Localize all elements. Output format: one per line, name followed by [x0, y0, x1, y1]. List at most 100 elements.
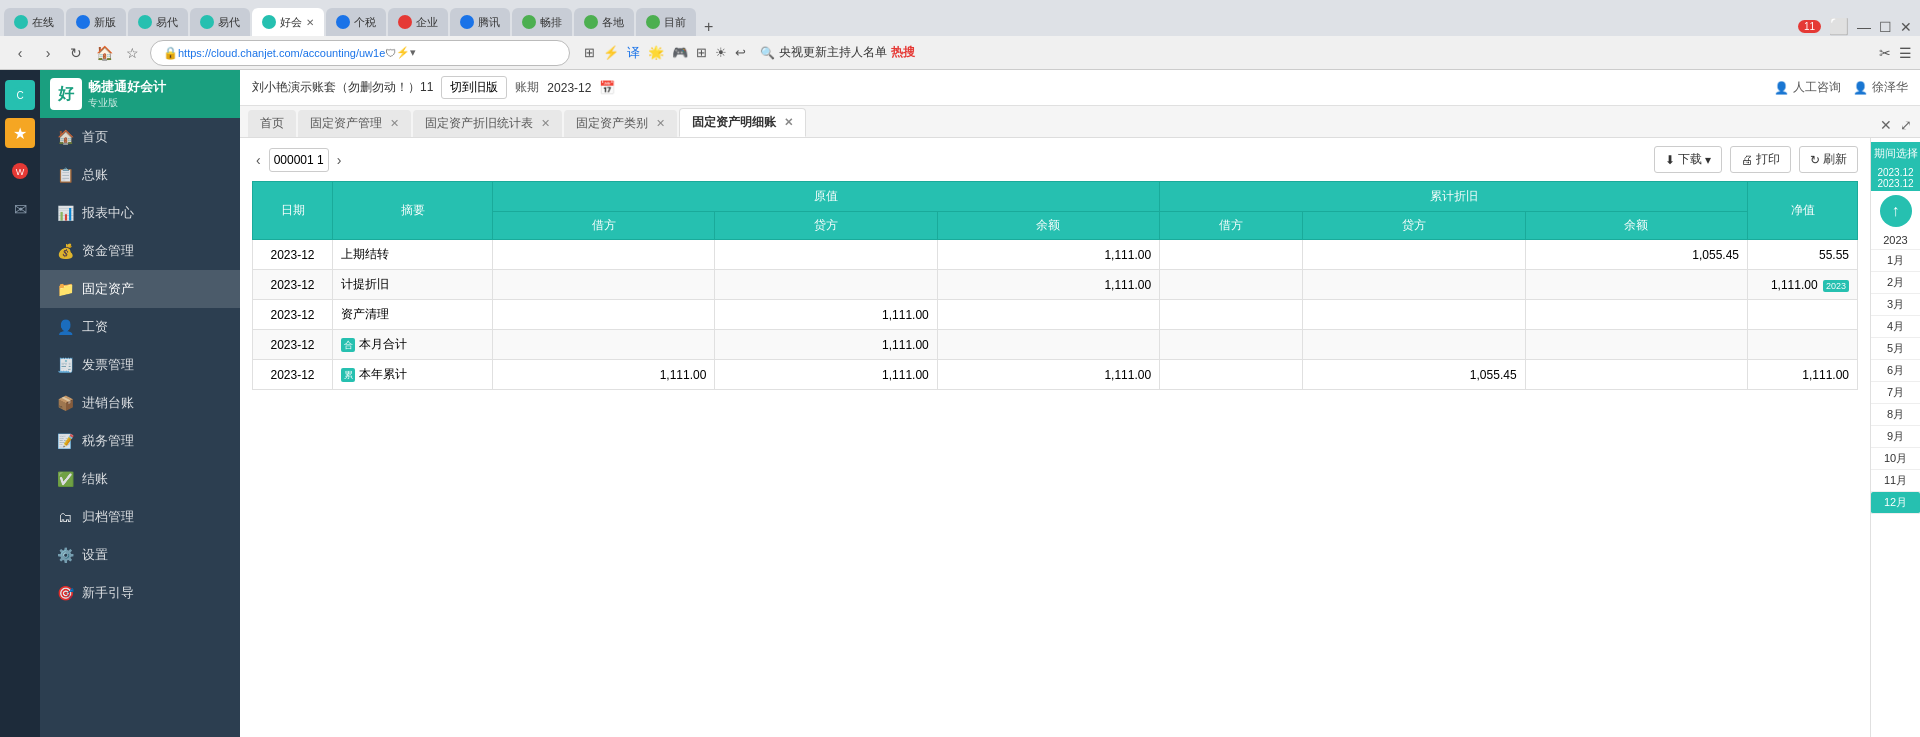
- tab-close-3[interactable]: ✕: [656, 117, 665, 130]
- refresh-button[interactable]: ↻ 刷新: [1799, 146, 1858, 173]
- period-month-8[interactable]: 8月: [1871, 404, 1920, 426]
- badge-count: 11: [1798, 20, 1821, 33]
- sidebar-logo: 好: [50, 78, 82, 110]
- period-month-12[interactable]: 12月: [1871, 492, 1920, 514]
- back-button[interactable]: ‹: [8, 41, 32, 65]
- print-button[interactable]: 🖨 打印: [1730, 146, 1791, 173]
- tab-close-1[interactable]: ✕: [390, 117, 399, 130]
- browser-tab-7[interactable]: 腾讯: [450, 8, 510, 36]
- calendar-icon[interactable]: 📅: [599, 80, 615, 95]
- download-button[interactable]: ⬇ 下载 ▾: [1654, 146, 1722, 173]
- period-month-6[interactable]: 6月: [1871, 360, 1920, 382]
- left-icon-star[interactable]: ★: [5, 118, 35, 148]
- svg-text:C: C: [16, 90, 23, 101]
- download-dropdown-icon[interactable]: ▾: [1705, 153, 1711, 167]
- tab-fixed-asset-detail[interactable]: 固定资产明细账 ✕: [679, 108, 806, 137]
- sidebar-item-fixed-assets[interactable]: 📁 固定资产: [40, 270, 240, 308]
- tab-close-2[interactable]: ✕: [541, 117, 550, 130]
- scroll-up-button[interactable]: ↑: [1880, 195, 1912, 227]
- archive-icon: 🗂: [56, 508, 74, 526]
- sidebar-item-guide[interactable]: 🎯 新手引导: [40, 574, 240, 612]
- sidebar-item-funds[interactable]: 💰 资金管理: [40, 232, 240, 270]
- page-navigation: ‹ ›: [252, 148, 345, 172]
- period-month-7[interactable]: 7月: [1871, 382, 1920, 404]
- left-icon-weibo[interactable]: W: [5, 156, 35, 186]
- cell-orig-credit: 1,111.00: [715, 300, 937, 330]
- cell-orig-debit: [493, 240, 715, 270]
- browser-tab-5[interactable]: 个税: [326, 8, 386, 36]
- left-icon-mail[interactable]: ✉: [5, 194, 35, 224]
- qr-icon[interactable]: ⊞: [584, 45, 595, 60]
- tab-home[interactable]: 首页: [248, 110, 296, 137]
- expand-icon[interactable]: ⤢: [1900, 117, 1912, 133]
- sidebar-item-ledger[interactable]: 📋 总账: [40, 156, 240, 194]
- adblock-icon[interactable]: ⚡: [603, 45, 619, 60]
- period-month-3[interactable]: 3月: [1871, 294, 1920, 316]
- sidebar-item-settings[interactable]: ⚙️ 设置: [40, 536, 240, 574]
- menu-icon[interactable]: ☰: [1899, 45, 1912, 61]
- close-all-tabs-icon[interactable]: ✕: [1880, 117, 1892, 133]
- translate-icon[interactable]: 译: [627, 44, 640, 62]
- minimize-button[interactable]: —: [1857, 19, 1871, 35]
- tab-icon[interactable]: ⬜: [1829, 17, 1849, 36]
- switch-version-button[interactable]: 切到旧版: [441, 76, 507, 99]
- sidebar-item-close[interactable]: ✅ 结账: [40, 460, 240, 498]
- period-month-11[interactable]: 11月: [1871, 470, 1920, 492]
- sidebar-item-reports[interactable]: 📊 报表中心: [40, 194, 240, 232]
- tab-close-4[interactable]: ✕: [784, 116, 793, 129]
- tab-depreciation-stat[interactable]: 固定资产折旧统计表 ✕: [413, 110, 562, 137]
- browser-tab-0[interactable]: 在线: [4, 8, 64, 36]
- dropdown-icon[interactable]: ▾: [410, 46, 416, 59]
- tab-fixed-asset-category[interactable]: 固定资产类别 ✕: [564, 110, 677, 137]
- user-button[interactable]: 👤 徐泽华: [1853, 79, 1908, 96]
- browser-tab-6[interactable]: 企业: [388, 8, 448, 36]
- new-tab-button[interactable]: +: [698, 18, 719, 36]
- period-month-9[interactable]: 9月: [1871, 426, 1920, 448]
- browser-tab-3[interactable]: 易代: [190, 8, 250, 36]
- page-input[interactable]: [269, 148, 329, 172]
- sidebar-item-payroll[interactable]: 👤 工资: [40, 308, 240, 346]
- period-month-4[interactable]: 4月: [1871, 316, 1920, 338]
- browser-tab-1[interactable]: 新版: [66, 8, 126, 36]
- wallet-icon[interactable]: 🌟: [648, 45, 664, 60]
- home-button[interactable]: 🏠: [92, 41, 116, 65]
- grid-icon[interactable]: ⊞: [696, 45, 707, 60]
- history-icon[interactable]: ↩: [735, 45, 746, 60]
- tab-fixed-asset-mgmt[interactable]: 固定资产管理 ✕: [298, 110, 411, 137]
- next-page-button[interactable]: ›: [333, 150, 346, 170]
- browser-tab-4[interactable]: 好会 ✕: [252, 8, 324, 36]
- maximize-button[interactable]: ☐: [1879, 19, 1892, 35]
- browser-tab-close-4[interactable]: ✕: [306, 17, 314, 28]
- url-input[interactable]: 🔒 https://cloud.chanjet.com/accounting/u…: [150, 40, 570, 66]
- browser-tab-10[interactable]: 目前: [636, 8, 696, 36]
- scissors-icon[interactable]: ✂: [1879, 45, 1891, 61]
- prev-page-button[interactable]: ‹: [252, 150, 265, 170]
- cell-accum-balance: 1,055.45: [1525, 240, 1747, 270]
- period-month-5[interactable]: 5月: [1871, 338, 1920, 360]
- cell-net-value: [1748, 330, 1858, 360]
- period-year[interactable]: 2023: [1871, 231, 1920, 250]
- forward-button[interactable]: ›: [36, 41, 60, 65]
- left-icon-chanjet[interactable]: C: [5, 80, 35, 110]
- sidebar-item-home[interactable]: 🏠 首页: [40, 118, 240, 156]
- cell-orig-balance: 1,111.00: [937, 270, 1159, 300]
- sidebar-item-tax[interactable]: 📝 税务管理: [40, 422, 240, 460]
- game-icon[interactable]: 🎮: [672, 45, 688, 60]
- period-month-10[interactable]: 10月: [1871, 448, 1920, 470]
- service-button[interactable]: 👤 人工咨询: [1774, 79, 1841, 96]
- reload-button[interactable]: ↻: [64, 41, 88, 65]
- sidebar-item-invoice[interactable]: 🧾 发票管理: [40, 346, 240, 384]
- cell-accum-debit: [1160, 300, 1303, 330]
- brightness-icon[interactable]: ☀: [715, 45, 727, 60]
- browser-tab-2[interactable]: 易代: [128, 8, 188, 36]
- bookmark-button[interactable]: ☆: [120, 41, 144, 65]
- browser-tab-9[interactable]: 各地: [574, 8, 634, 36]
- close-window-button[interactable]: ✕: [1900, 19, 1912, 35]
- search-box: 🔍 央视更新主持人名单 热搜: [760, 44, 915, 61]
- browser-tab-8[interactable]: 畅排: [512, 8, 572, 36]
- period-month-1[interactable]: 1月: [1871, 250, 1920, 272]
- period-month-2[interactable]: 2月: [1871, 272, 1920, 294]
- cell-summary: 合本月合计: [333, 330, 493, 360]
- sidebar-item-archive[interactable]: 🗂 归档管理: [40, 498, 240, 536]
- sidebar-item-purchase[interactable]: 📦 进销台账: [40, 384, 240, 422]
